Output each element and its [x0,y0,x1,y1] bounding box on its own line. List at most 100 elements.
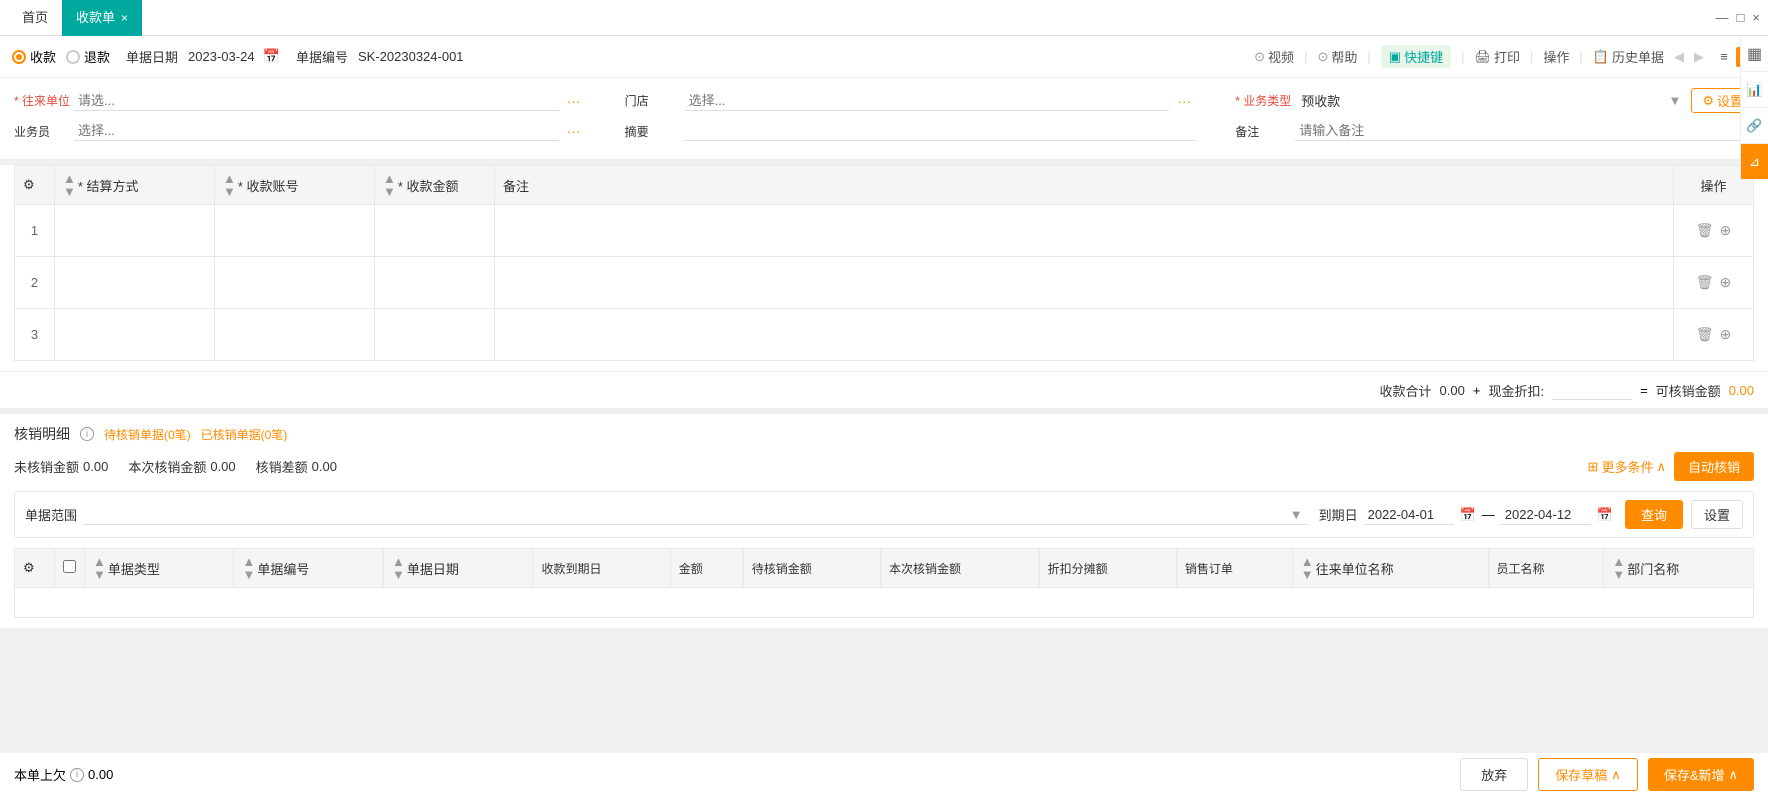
doc-date-header: ▲▼ 单据日期 [383,549,532,588]
more-conditions-link[interactable]: ⊞ 更多条件 ∧ [1588,457,1666,476]
net-label: 可核销金额 [1656,381,1721,400]
shortcut-btn[interactable]: ▣ 快捷键 [1381,45,1451,68]
plus-sign: + [1473,383,1481,398]
filter-fields: 单据范围 ▼ 到期日 📅 — 📅 查询 设置 [14,491,1754,538]
bottom-checkbox-header[interactable] [55,549,85,588]
sidebar-chart-icon[interactable]: 📊 [1741,72,1768,108]
row-3-account[interactable] [215,309,375,361]
row-3-amount[interactable] [375,309,495,361]
row-1-amount[interactable] [375,205,495,257]
row-3-delete-icon[interactable]: 🗑 [1696,326,1714,343]
date-from-icon[interactable]: 📅 [1460,507,1476,523]
form-area: * 往来单位 ··· 门店 ··· * 业务类型 预收款 ▼ ⚙ 设置 业务员 … [0,78,1768,165]
video-btn[interactable]: ⊙ 视频 [1254,47,1294,66]
unverified-label: 未核销金额 [14,457,79,476]
writeoff-info-icon[interactable]: i [80,427,94,441]
doc-range-label: 单据范围 [25,505,77,524]
calendar-icon[interactable]: 📅 [263,48,280,65]
row-1-notes[interactable] [495,205,1674,257]
list-view-icon[interactable]: ≡ [1714,47,1734,67]
this-order-info-icon[interactable]: i [70,768,84,782]
date-from-input[interactable] [1364,505,1454,525]
done-tab[interactable]: 已核销单据(0笔) [201,426,288,443]
bottom-empty-row [15,588,1754,618]
sidebar-table-icon[interactable]: ▦ [1741,36,1768,72]
row-1-actions: 🗑 ⊕ [1674,205,1754,257]
date-to-icon[interactable]: 📅 [1597,507,1613,523]
bottom-table: ⚙ ▲▼ 单据类型 ▲▼ 单据编号 [14,548,1754,618]
row-1-delete-icon[interactable]: 🗑 [1696,222,1714,239]
counterparty-more-icon[interactable]: ··· [563,93,585,109]
query-btn[interactable]: 查询 [1625,500,1683,529]
row-2-delete-icon[interactable]: 🗑 [1696,274,1714,291]
tab-receipt[interactable]: 收款单 × [62,0,142,36]
table-section: ⚙ ▲▼ * 结算方式 ▲▼ * 收款账号 [0,165,1768,414]
business-type-chevron[interactable]: ▼ [1668,93,1681,108]
dept-header: ▲▼ 部门名称 [1604,549,1754,588]
maximize-icon[interactable]: □ [1737,10,1745,25]
sales-rep-more-icon[interactable]: ··· [563,123,585,139]
draft-btn[interactable]: 保存草稿 ∧ [1538,758,1638,791]
notes-field: 备注 [1235,121,1754,141]
diff-stat: 核销差额 0.00 [256,457,337,476]
row-2-settlement[interactable] [55,257,215,309]
discount-input[interactable] [1552,380,1632,400]
counterparty-input[interactable] [74,91,559,111]
help-btn[interactable]: ⊙ 帮助 [1317,47,1357,66]
notes-input[interactable] [1295,121,1754,141]
pending-tab[interactable]: 待核销单据(0笔) [104,426,191,443]
operation-btn[interactable]: 操作 [1543,47,1569,66]
tab-home[interactable]: 首页 [8,0,62,36]
current-value: 0.00 [210,459,235,474]
auto-writeoff-btn[interactable]: 自动核销 [1674,452,1754,481]
counterparty-field: * 往来单位 ··· [14,91,585,111]
row-2-copy-icon[interactable]: ⊕ [1720,274,1732,291]
print-btn[interactable]: 🖨 打印 [1474,47,1520,66]
current-label: 本次核销金额 [128,457,206,476]
row-3-notes[interactable] [495,309,1674,361]
receipt-radio[interactable]: 收款 [12,47,56,66]
doc-no-header: ▲▼ 单据编号 [234,549,383,588]
sales-rep-input[interactable] [74,121,559,141]
due-date-header: 收款到期日 [533,549,670,588]
store-more-icon[interactable]: ··· [1173,93,1195,109]
abandon-btn[interactable]: 放弃 [1460,758,1528,791]
doc-date-field: 单据日期 2023-03-24 📅 [126,47,280,66]
row-1-account[interactable] [215,205,375,257]
row-3-actions: 🗑 ⊕ [1674,309,1754,361]
bottom-gear-icon[interactable]: ⚙ [23,560,35,575]
business-type-label: * 业务类型 [1235,92,1295,109]
unverified-value: 0.00 [83,459,108,474]
business-type-value: 预收款 [1301,91,1668,110]
refund-radio[interactable]: 退款 [66,47,110,66]
date-to-input[interactable] [1501,505,1591,525]
sidebar-expand-icon[interactable]: ⊿ [1741,144,1768,180]
receipt-table: ⚙ ▲▼ * 结算方式 ▲▼ * 收款账号 [14,165,1754,361]
bottom-gear-header[interactable]: ⚙ [15,549,55,588]
tab-close-icon[interactable]: × [121,0,128,36]
filter-row-right: ⊞ 更多条件 ∧ 自动核销 [1588,452,1754,481]
history-btn[interactable]: 📋 历史单据 [1593,47,1664,66]
doc-range-select[interactable]: ▼ [83,505,1307,525]
row-2-notes[interactable] [495,257,1674,309]
table-gear-icon[interactable]: ⚙ [23,177,35,192]
pending-amount-header: 待核销金额 [743,549,880,588]
row-2-account[interactable] [215,257,375,309]
close-icon[interactable]: × [1752,10,1760,25]
diff-label: 核销差额 [256,457,308,476]
store-input[interactable] [685,91,1170,111]
gear-header[interactable]: ⚙ [15,166,55,205]
row-1-copy-icon[interactable]: ⊕ [1720,222,1732,239]
writeoff-settings-btn[interactable]: 设置 [1691,500,1743,529]
row-3-copy-icon[interactable]: ⊕ [1720,326,1732,343]
minimize-icon[interactable]: — [1716,10,1729,25]
footer: 本单上欠 i 0.00 放弃 保存草稿 ∧ 保存&新增 ∧ [0,752,1768,796]
row-3-settlement[interactable] [55,309,215,361]
summary-input[interactable] [685,121,1196,141]
sidebar-link-icon[interactable]: 🔗 [1741,108,1768,144]
row-2-amount[interactable] [375,257,495,309]
row-2-num: 2 [15,257,55,309]
row-1-settlement[interactable] [55,205,215,257]
select-all-checkbox[interactable] [63,560,76,573]
save-new-btn[interactable]: 保存&新增 ∧ [1648,758,1754,791]
